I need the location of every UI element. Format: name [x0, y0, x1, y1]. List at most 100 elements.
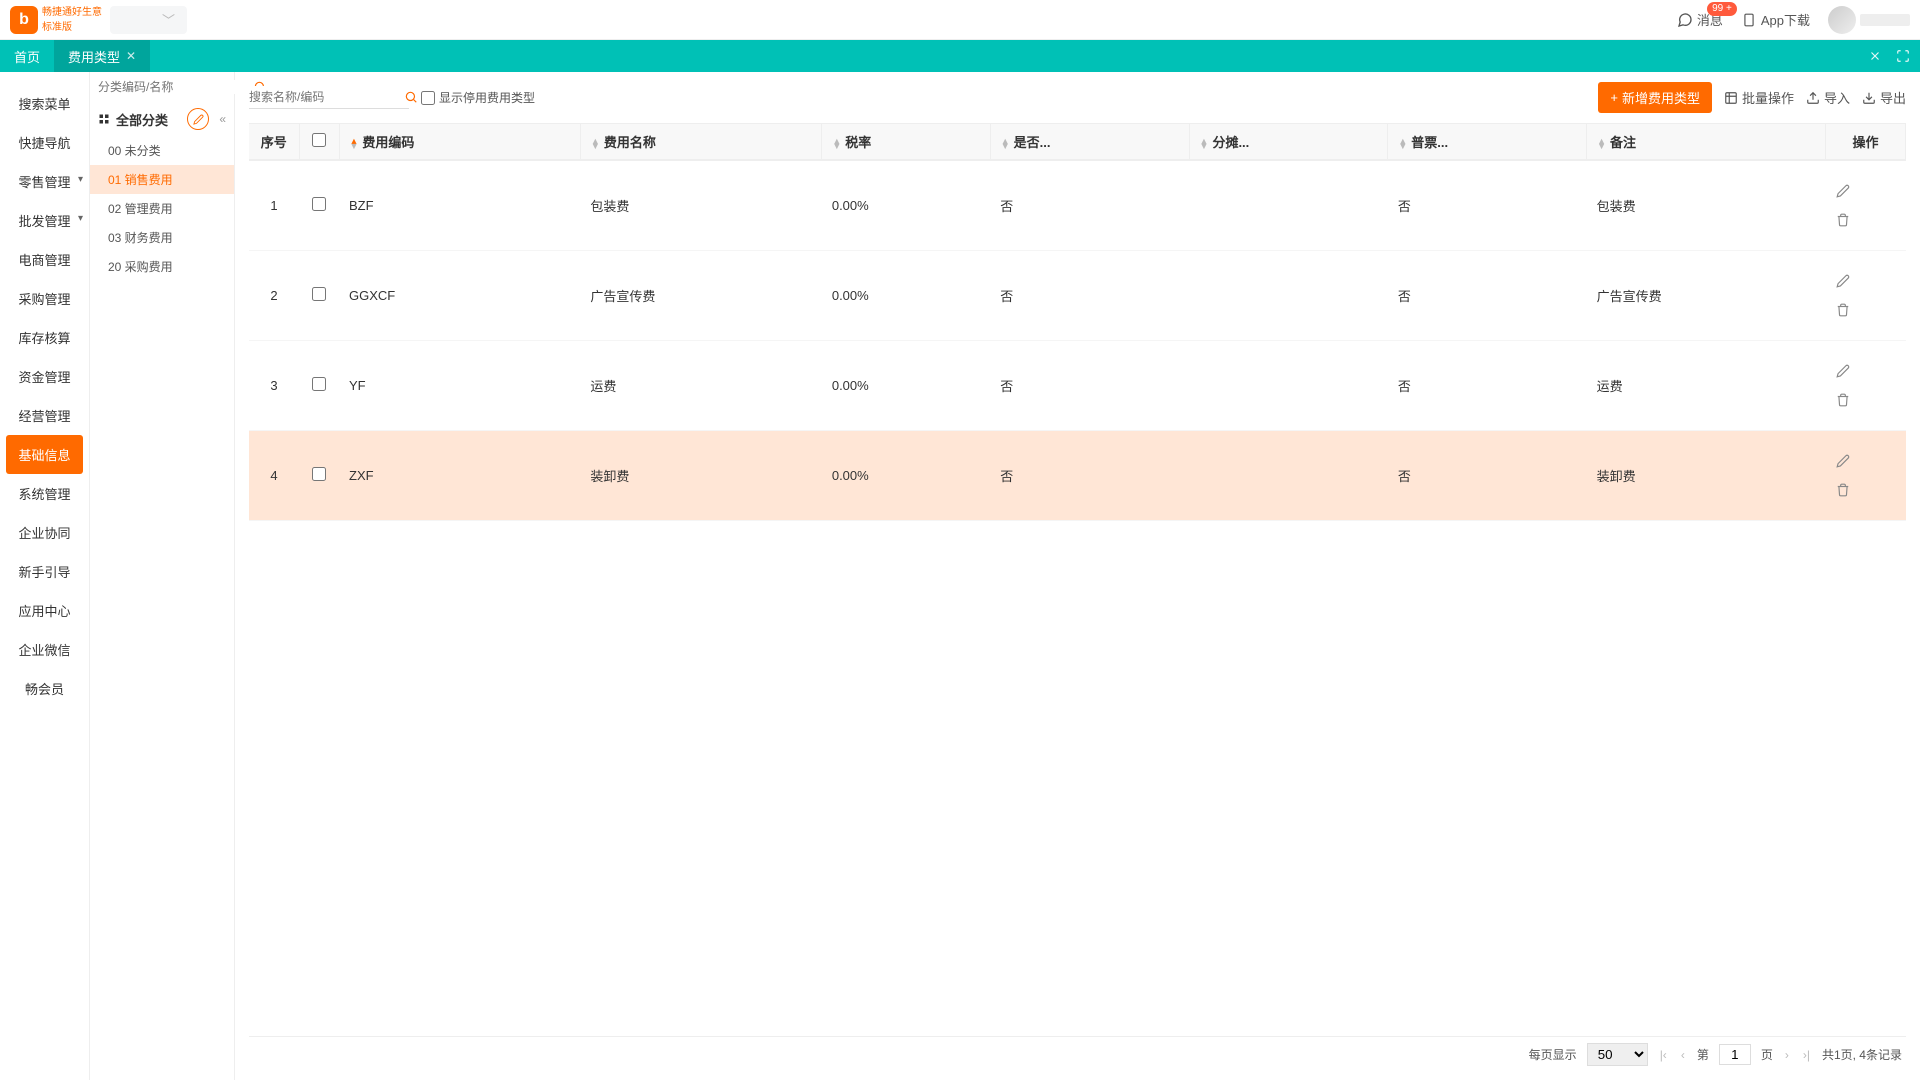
- collapse-panel-icon[interactable]: «: [219, 112, 226, 126]
- table-row[interactable]: 3YF运费0.00%否否运费: [249, 341, 1906, 431]
- per-page-select[interactable]: 50: [1587, 1043, 1648, 1066]
- th-remark[interactable]: ▲▼ 备注: [1587, 124, 1826, 160]
- sidebar-item[interactable]: 企业微信: [0, 630, 89, 669]
- page-first-icon[interactable]: |‹: [1658, 1048, 1669, 1062]
- tab-close-icon[interactable]: ✕: [126, 49, 136, 63]
- delete-icon[interactable]: [1836, 303, 1896, 317]
- delete-icon[interactable]: [1836, 483, 1896, 497]
- category-search-input[interactable]: [98, 80, 253, 94]
- tab-fee-type[interactable]: 费用类型 ✕: [54, 40, 150, 72]
- sidebar-item[interactable]: 搜索菜单: [0, 84, 89, 123]
- export-button[interactable]: 导出: [1862, 88, 1906, 107]
- sidebar-item[interactable]: 电商管理: [0, 240, 89, 279]
- page-last-icon[interactable]: ›|: [1801, 1048, 1812, 1062]
- sidebar-item[interactable]: 资金管理: [0, 357, 89, 396]
- messages-button[interactable]: 消息 99 +: [1677, 10, 1723, 29]
- cell-index: 1: [249, 160, 299, 251]
- edit-icon[interactable]: [1836, 454, 1896, 468]
- sort-icon[interactable]: ▲▼: [350, 139, 359, 149]
- page-next-icon[interactable]: ›: [1783, 1048, 1791, 1062]
- chevron-down-icon: ▾: [78, 213, 83, 224]
- sort-icon[interactable]: ▲▼: [1200, 139, 1209, 149]
- app-download-button[interactable]: App下载: [1741, 10, 1810, 29]
- search-icon[interactable]: [404, 90, 418, 104]
- tab-home-label: 首页: [14, 47, 40, 66]
- row-checkbox[interactable]: [312, 287, 326, 301]
- edit-icon[interactable]: [1836, 364, 1896, 378]
- sidebar-item[interactable]: 系统管理: [0, 474, 89, 513]
- th-ticket[interactable]: ▲▼普票...: [1388, 124, 1587, 160]
- category-item[interactable]: 03 财务费用: [90, 223, 234, 252]
- edit-icon[interactable]: [1836, 274, 1896, 288]
- category-item[interactable]: 00 未分类: [90, 136, 234, 165]
- sort-icon[interactable]: ▲▼: [1597, 139, 1606, 149]
- table-search-input[interactable]: [249, 86, 404, 108]
- row-checkbox[interactable]: [312, 377, 326, 391]
- show-disabled-input[interactable]: [421, 91, 435, 105]
- sidebar-item[interactable]: 库存核算: [0, 318, 89, 357]
- sort-icon[interactable]: ▲▼: [1398, 139, 1407, 149]
- sidebar-item[interactable]: 基础信息: [6, 435, 83, 474]
- sidebar-item[interactable]: 快捷导航: [0, 123, 89, 162]
- sidebar-item[interactable]: 经营管理: [0, 396, 89, 435]
- page-input[interactable]: [1719, 1044, 1751, 1065]
- row-checkbox[interactable]: [312, 467, 326, 481]
- import-button[interactable]: 导入: [1806, 88, 1850, 107]
- batch-ops-button[interactable]: 批量操作: [1724, 88, 1794, 107]
- sort-icon[interactable]: ▲▼: [832, 139, 841, 149]
- th-name[interactable]: ▲▼费用名称: [580, 124, 821, 160]
- cell-code: GGXCF: [339, 251, 580, 341]
- page-suffix: 页: [1761, 1046, 1773, 1063]
- logo-icon: b: [10, 6, 38, 34]
- sidebar-item[interactable]: 批发管理▾: [0, 201, 89, 240]
- company-selector[interactable]: ﹀: [110, 6, 187, 34]
- sort-icon[interactable]: ▲▼: [1001, 139, 1010, 149]
- category-item[interactable]: 01 销售费用: [90, 165, 234, 194]
- select-all-checkbox[interactable]: [312, 133, 326, 147]
- th-remark-label: 备注: [1610, 135, 1636, 150]
- page-summary: 共1页, 4条记录: [1822, 1046, 1902, 1063]
- table-row[interactable]: 4ZXF装卸费0.00%否否装卸费: [249, 431, 1906, 521]
- new-fee-type-button[interactable]: + 新增费用类型: [1598, 82, 1712, 113]
- page-prev-icon[interactable]: ‹: [1679, 1048, 1687, 1062]
- batch-icon: [1724, 91, 1738, 105]
- th-isflag[interactable]: ▲▼是否...: [990, 124, 1189, 160]
- batch-ops-label: 批量操作: [1742, 88, 1794, 107]
- page-prefix: 第: [1697, 1046, 1709, 1063]
- edit-icon[interactable]: [1836, 184, 1896, 198]
- category-item[interactable]: 02 管理费用: [90, 194, 234, 223]
- export-label: 导出: [1880, 88, 1906, 107]
- header-left: b 畅捷通好生意 标准版 ﹀: [10, 6, 187, 34]
- sort-icon[interactable]: ▲▼: [591, 139, 600, 149]
- sidebar-item[interactable]: 企业协同: [0, 513, 89, 552]
- sidebar-item[interactable]: 应用中心: [0, 591, 89, 630]
- new-fee-type-label: 新增费用类型: [1622, 88, 1700, 107]
- category-edit-button[interactable]: [187, 108, 209, 130]
- delete-icon[interactable]: [1836, 213, 1896, 227]
- fullscreen-icon[interactable]: [1896, 49, 1910, 63]
- plus-icon: +: [1610, 90, 1618, 105]
- close-icon[interactable]: [1868, 49, 1882, 63]
- th-code[interactable]: ▲▼费用编码: [339, 124, 580, 160]
- th-index[interactable]: 序号: [249, 124, 299, 160]
- sidebar-item[interactable]: 零售管理▾: [0, 162, 89, 201]
- table-row[interactable]: 1BZF包装费0.00%否否包装费: [249, 160, 1906, 251]
- app-download-label: App下载: [1761, 10, 1810, 29]
- sidebar-item[interactable]: 采购管理: [0, 279, 89, 318]
- category-item[interactable]: 20 采购费用: [90, 252, 234, 281]
- row-checkbox[interactable]: [312, 197, 326, 211]
- category-all-label[interactable]: 全部分类: [116, 110, 181, 129]
- delete-icon[interactable]: [1836, 393, 1896, 407]
- user-menu[interactable]: [1828, 6, 1910, 34]
- th-alloc[interactable]: ▲▼分摊...: [1189, 124, 1388, 160]
- cell-name: 运费: [580, 341, 821, 431]
- table-row[interactable]: 2GGXCF广告宣传费0.00%否否广告宣传费: [249, 251, 1906, 341]
- th-checkbox[interactable]: [299, 124, 339, 160]
- show-disabled-checkbox[interactable]: 显示停用费用类型: [421, 89, 535, 106]
- sidebar-item[interactable]: 畅会员: [0, 669, 89, 708]
- fee-type-table: 序号 ▲▼费用编码 ▲▼费用名称 ▲▼税率 ▲▼是否... ▲▼分摊... ▲▼…: [249, 124, 1906, 521]
- tab-home[interactable]: 首页: [0, 40, 54, 72]
- th-rate[interactable]: ▲▼税率: [822, 124, 990, 160]
- username-placeholder: [1860, 14, 1910, 26]
- sidebar-item[interactable]: 新手引导: [0, 552, 89, 591]
